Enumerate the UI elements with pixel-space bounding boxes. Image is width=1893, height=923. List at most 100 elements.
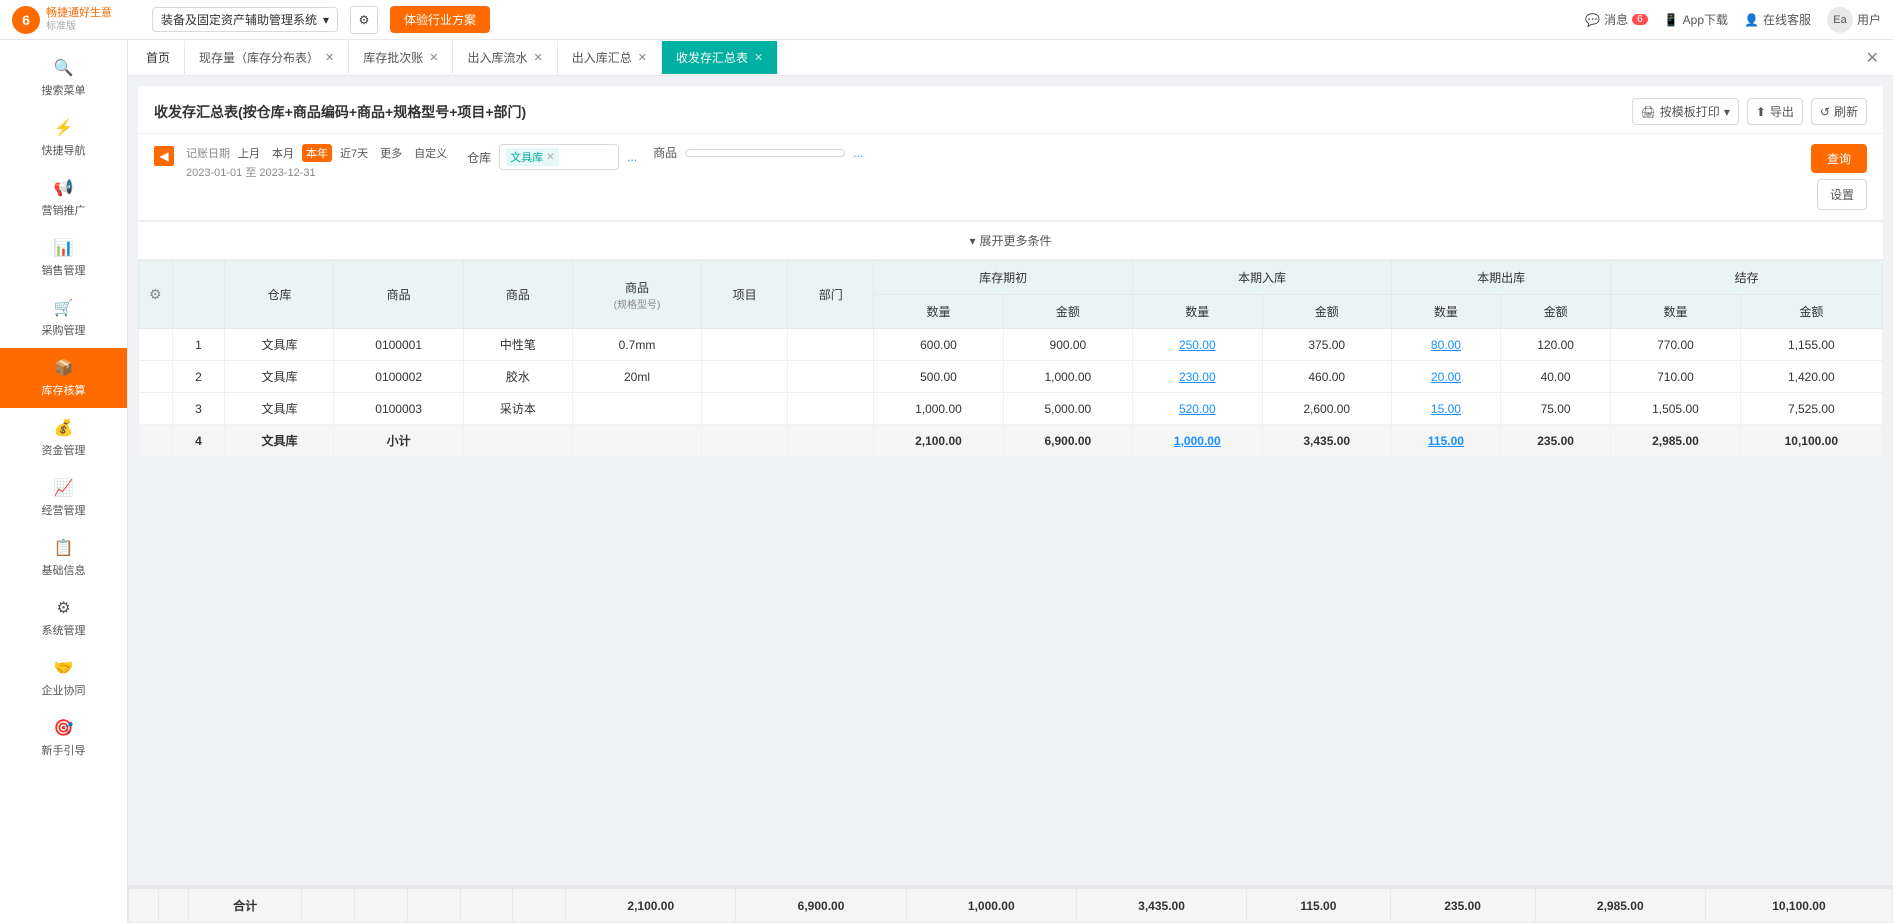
main-card: 收发存汇总表(按仓库+商品编码+商品+规格型号+项目+部门) 🖨 按模板打印 ▾… [138,86,1883,457]
cell-end-qty: 710.00 [1611,361,1740,393]
tab-close-icon[interactable]: ✕ [534,51,543,64]
subtotal-start-amount: 6,900.00 [1003,425,1132,457]
date-filter-label: 记账日期 [186,145,230,161]
sidebar: 🔍 搜索菜单 ⚡ 快捷导航 📢 营销推广 📊 销售管理 🛒 采购管理 📦 库存核… [0,40,128,923]
sidebar-item-enterprise[interactable]: 🤝 企业协同 [0,648,127,708]
warehouse-tag-remove[interactable]: ✕ [546,152,554,163]
col-in-amount: 金额 [1262,295,1391,329]
page-header: 收发存汇总表(按仓库+商品编码+商品+规格型号+项目+部门) 🖨 按模板打印 ▾… [138,86,1883,134]
online-service-item[interactable]: 👤 在线客服 [1744,11,1811,28]
total-out-qty: 115.00 [1247,888,1390,923]
col-project-header: 项目 [702,261,788,329]
sidebar-item-guide[interactable]: 🎯 新手引导 [0,708,127,768]
cell-dept [788,361,874,393]
app-download-item[interactable]: 📱 App下载 [1664,11,1728,28]
subtotal-start-qty: 2,100.00 [874,425,1003,457]
date-this-year[interactable]: 本年 [302,144,332,162]
sidebar-item-basics[interactable]: 📋 基础信息 [0,528,127,588]
tab-close-icon[interactable]: ✕ [754,51,763,64]
sidebar-item-sales[interactable]: 📊 销售管理 [0,228,127,288]
total-end-qty: 2,985.00 [1535,888,1705,923]
table-wrapper: ⚙ 仓库 商品 商品 商品(规格型号) 项目 部门 库存期初 本期入库 [138,260,1883,457]
system-title[interactable]: 装备及固定资产辅助管理系统 ▾ [152,7,338,32]
query-button[interactable]: 查询 [1811,144,1867,173]
cell-warehouse: 文具库 [225,361,334,393]
tab-home[interactable]: 首页 [132,41,185,74]
user-item[interactable]: Ea 用户 [1827,7,1881,33]
sidebar-item-operations[interactable]: 📈 经营管理 [0,468,127,528]
sidebar-item-inventory[interactable]: 📦 库存核算 [0,348,127,408]
cell-out-qty[interactable]: 15.00 [1391,393,1500,425]
date-this-month[interactable]: 本月 [268,144,298,162]
cell-project [702,393,788,425]
tab-flow[interactable]: 出入库流水 ✕ [453,41,557,74]
cell-start-qty: 1,000.00 [874,393,1003,425]
footer-total: 合计 2,100.00 6,900.00 1,000.00 3,435.00 1… [128,885,1893,923]
close-all-tabs[interactable]: ✕ [1856,48,1889,68]
sidebar-item-search[interactable]: 🔍 搜索菜单 [0,48,127,108]
subtotal-out-qty[interactable]: 115.00 [1391,425,1500,457]
cell-code: 0100001 [334,329,463,361]
date-more[interactable]: 更多 [376,144,406,162]
cell-name: 采访本 [463,393,572,425]
sidebar-item-system[interactable]: ⚙ 系统管理 [0,588,127,648]
warehouse-more[interactable]: ... [627,150,637,164]
cell-out-qty[interactable]: 80.00 [1391,329,1500,361]
message-badge: 6 [1632,14,1648,25]
total-label: 合计 [189,888,302,923]
sidebar-item-quicknav[interactable]: ⚡ 快捷导航 [0,108,127,168]
message-item[interactable]: 💬 消息 6 [1585,11,1648,28]
total-start-amount: 6,900.00 [736,888,906,923]
expand-conditions-button[interactable]: ▾ 展开更多条件 [959,228,1061,253]
product-input[interactable] [685,149,845,157]
col-out-qty: 数量 [1391,295,1500,329]
purchase-icon: 🛒 [54,298,74,318]
filter-toggle[interactable]: ◀ [154,146,174,166]
cell-name: 胶水 [463,361,572,393]
tab-close-icon[interactable]: ✕ [325,51,334,64]
cell-in-qty[interactable]: 230.00 [1133,361,1262,393]
enterprise-icon: 🤝 [54,658,74,678]
cell-out-qty[interactable]: 20.00 [1391,361,1500,393]
table-settings-icon[interactable]: ⚙ [149,286,162,302]
col-no-header [172,261,225,329]
phone-icon: 📱 [1664,13,1679,27]
product-more[interactable]: ... [853,146,863,160]
total-end-amount: 10,100.00 [1705,888,1892,923]
sidebar-item-marketing[interactable]: 📢 营销推广 [0,168,127,228]
marketing-icon: 📢 [54,178,74,198]
tab-receive-summary[interactable]: 收发存汇总表 ✕ [662,41,778,74]
refresh-button[interactable]: ↺ 刷新 [1811,98,1867,125]
date-last-month[interactable]: 上月 [234,144,264,162]
export-icon: ⬆ [1756,105,1766,119]
tab-close-icon[interactable]: ✕ [638,51,647,64]
tab-close-icon[interactable]: ✕ [429,51,438,64]
export-button[interactable]: ⬆ 导出 [1747,98,1803,125]
subtotal-in-qty[interactable]: 1,000.00 [1133,425,1262,457]
col-end-amount: 金额 [1740,295,1882,329]
cell-in-qty[interactable]: 250.00 [1133,329,1262,361]
date-custom[interactable]: 自定义 [410,144,451,162]
tab-inout-summary[interactable]: 出入库汇总 ✕ [558,41,662,74]
sidebar-item-finance[interactable]: 💰 资金管理 [0,408,127,468]
col-code-header: 商品 [334,261,463,329]
cell-out-amount: 120.00 [1500,329,1610,361]
trial-button[interactable]: 体验行业方案 [390,6,490,33]
table-row: 2 文具库 0100002 胶水 20ml 500.00 1,000.00 23… [139,361,1883,393]
tab-batch[interactable]: 库存批次账 ✕ [349,41,453,74]
tab-inventory-dist[interactable]: 现存量（库存分布表） ✕ [185,41,349,74]
date-7days[interactable]: 近7天 [336,144,372,162]
cell-in-amount: 460.00 [1262,361,1391,393]
settings-icon[interactable]: ⚙ [350,6,378,34]
warehouse-input[interactable]: 文具库 ✕ [499,144,619,170]
settings-button[interactable]: 设置 [1817,179,1867,210]
top-right: 💬 消息 6 📱 App下载 👤 在线客服 Ea 用户 [1585,7,1881,33]
print-button[interactable]: 🖨 按模板打印 ▾ [1632,98,1739,125]
sidebar-item-purchase[interactable]: 🛒 采购管理 [0,288,127,348]
main: 首页 现存量（库存分布表） ✕ 库存批次账 ✕ 出入库流水 ✕ 出入库汇总 ✕ … [128,40,1893,923]
cell-project [702,329,788,361]
cell-in-qty[interactable]: 520.00 [1133,393,1262,425]
tab-bar: 首页 现存量（库存分布表） ✕ 库存批次账 ✕ 出入库流水 ✕ 出入库汇总 ✕ … [128,40,1893,76]
cell-start-qty: 500.00 [874,361,1003,393]
col-out-amount: 金额 [1500,295,1610,329]
